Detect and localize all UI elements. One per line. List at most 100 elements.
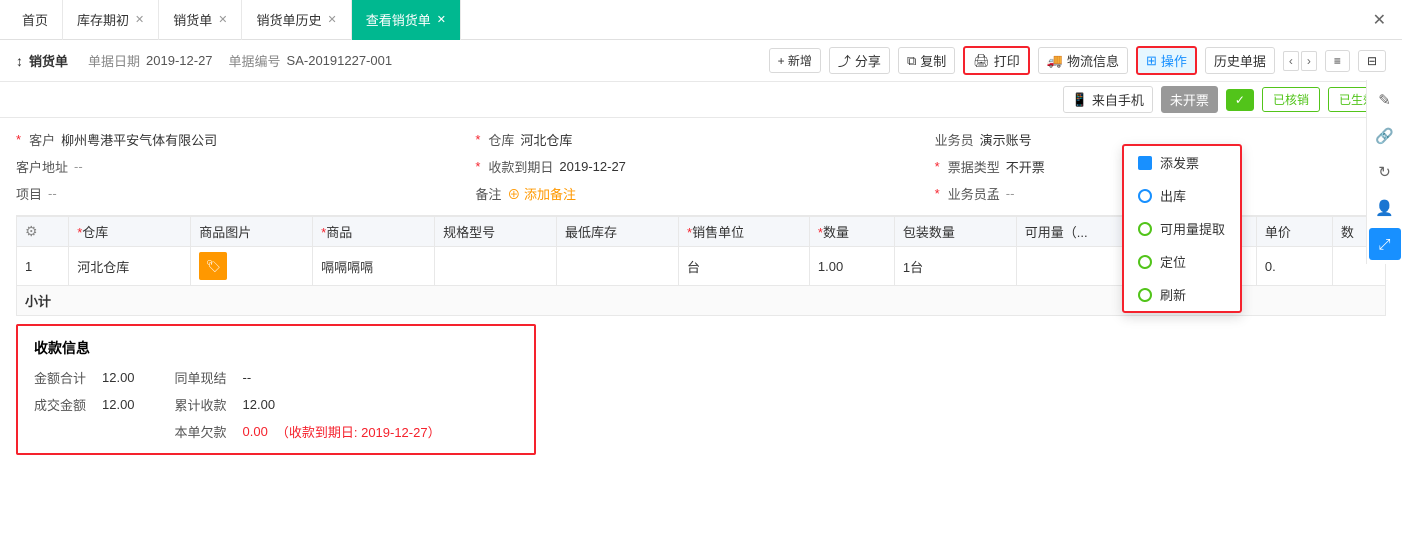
product-icon: 🏷 xyxy=(199,252,227,280)
dropdown-refresh[interactable]: 刷新 xyxy=(1124,278,1240,311)
nav-arrows: ‹ › xyxy=(1283,51,1317,71)
warehouse-field: * 仓库 河北仓库 xyxy=(475,130,926,149)
operate-button[interactable]: ⊞ 操作 xyxy=(1136,46,1197,75)
col-gear: ⚙ xyxy=(17,217,69,247)
cell-unit: 台 xyxy=(679,247,810,286)
logistics-button[interactable]: 🚚 物流信息 xyxy=(1038,47,1128,74)
staff2-required-mark: * xyxy=(935,186,940,201)
payment-title: 收款信息 xyxy=(34,338,518,358)
warehouse-required-mark: * xyxy=(475,132,480,147)
payment-rows: 金额合计 12.00 成交金额 12.00 同单现结 -- 累计收款 xyxy=(34,368,518,441)
tab-view-sales-order-close[interactable]: ✕ xyxy=(437,13,446,26)
doc-date-item: 单据日期 2019-12-27 xyxy=(88,51,213,70)
col-product-image: 商品图片 xyxy=(191,217,313,247)
logistics-icon: 🚚 xyxy=(1047,53,1063,69)
col-min-stock: 最低库存 xyxy=(557,217,679,247)
global-close-icon[interactable]: ✕ xyxy=(1365,10,1394,30)
cell-product: 嗝嗝嗝嗝 xyxy=(313,247,435,286)
col-package-qty: 包装数量 xyxy=(894,217,1016,247)
sidebar-expand-icon[interactable]: ⤢ xyxy=(1369,228,1401,260)
list-view-button[interactable]: ⊟ xyxy=(1358,50,1386,72)
doc-header: ↕ 销货单 单据日期 2019-12-27 单据编号 SA-20191227-0… xyxy=(0,40,1402,82)
payment-date-required-mark: * xyxy=(475,159,480,174)
sidebar-refresh-icon[interactable]: ↻ xyxy=(1369,156,1401,188)
dropdown-outbound[interactable]: 出库 xyxy=(1124,179,1240,212)
share-icon: ⤴ xyxy=(838,51,851,70)
operate-dropdown: 添发票 出库 可用量提取 定位 刷新 xyxy=(1122,144,1242,313)
refresh-icon xyxy=(1138,288,1152,302)
same-settle-row: 同单现结 -- xyxy=(175,368,441,387)
plus-icon: ⊕ xyxy=(507,187,520,202)
sidebar-edit-icon[interactable]: ✎ xyxy=(1369,84,1401,116)
col-price: 单价 xyxy=(1256,217,1332,247)
cell-spec xyxy=(435,247,557,286)
payment-col-right: 同单现结 -- 累计收款 12.00 本单欠款 0.00 （收款到期日: 201… xyxy=(175,368,441,441)
cumulative-row: 累计收款 12.00 xyxy=(175,395,441,414)
total-row: 金额合计 12.00 xyxy=(34,368,135,387)
tab-view-sales-order[interactable]: 查看销货单 ✕ xyxy=(352,0,461,40)
right-sidebar: ✎ 🔗 ↻ 👤 ⤢ xyxy=(1366,80,1402,264)
doc-type-icon: ↕ xyxy=(16,53,23,69)
locate-icon xyxy=(1138,255,1152,269)
col-spec: 规格型号 xyxy=(435,217,557,247)
toolbar-row: 📱 来自手机 未开票 ✓ 已核销 已生效 xyxy=(0,82,1402,118)
cell-min-stock xyxy=(557,247,679,286)
payment-col-left: 金额合计 12.00 成交金额 12.00 xyxy=(34,368,135,441)
deal-amount-row: 成交金额 12.00 xyxy=(34,395,135,414)
dropdown-available-extract[interactable]: 可用量提取 xyxy=(1124,212,1240,245)
tab-inventory-init-close[interactable]: ✕ xyxy=(135,13,144,26)
ticket-type-required-mark: * xyxy=(935,159,940,174)
project-field: 项目 -- xyxy=(16,184,467,203)
sidebar-user-icon[interactable]: 👤 xyxy=(1369,192,1401,224)
new-button[interactable]: + 新增 xyxy=(769,48,821,73)
tab-inventory-init[interactable]: 库存期初 ✕ xyxy=(63,0,159,40)
cell-price: 0. xyxy=(1256,247,1332,286)
sidebar-link-icon[interactable]: 🔗 xyxy=(1369,120,1401,152)
col-warehouse: *仓库 xyxy=(69,217,191,247)
col-product: *商品 xyxy=(313,217,435,247)
next-button[interactable]: › xyxy=(1301,51,1317,71)
available-extract-icon xyxy=(1138,222,1152,236)
tab-bar: 首页 库存期初 ✕ 销货单 ✕ 销货单历史 ✕ 查看销货单 ✕ ✕ xyxy=(0,0,1402,40)
status-sold-button[interactable]: 已核销 xyxy=(1262,87,1320,112)
cell-no: 1 xyxy=(17,247,69,286)
tab-sales-history[interactable]: 销货单历史 ✕ xyxy=(242,0,351,40)
col-unit: *销售单位 xyxy=(679,217,810,247)
tab-home[interactable]: 首页 xyxy=(8,0,63,40)
history-button[interactable]: 历史单据 xyxy=(1205,47,1275,74)
cell-product-image: 🏷 xyxy=(191,247,313,286)
tab-sales-order-close[interactable]: ✕ xyxy=(218,13,227,26)
tab-sales-order[interactable]: 销货单 ✕ xyxy=(159,0,242,40)
arrears-row: 本单欠款 0.00 （收款到期日: 2019-12-27） xyxy=(175,422,441,441)
print-icon: 🖨 xyxy=(973,53,990,69)
remark-field: 备注 ⊕ 添加备注 xyxy=(475,184,926,203)
print-button[interactable]: 🖨 打印 xyxy=(963,46,1030,75)
from-phone-button[interactable]: 📱 来自手机 xyxy=(1063,86,1153,113)
col-quantity: *数量 xyxy=(809,217,894,247)
doc-title: ↕ 销货单 xyxy=(16,51,68,70)
not-open-ticket-button[interactable]: 未开票 xyxy=(1161,86,1218,113)
outbound-icon xyxy=(1138,189,1152,203)
grid-view-button[interactable]: ≡ xyxy=(1325,50,1350,72)
address-field: 客户地址 -- xyxy=(16,157,467,176)
cell-quantity: 1.00 xyxy=(809,247,894,286)
payment-date-field: * 收款到期日 2019-12-27 xyxy=(475,157,926,176)
share-button[interactable]: ⤴ 分享 xyxy=(829,47,890,74)
phone-icon: 📱 xyxy=(1072,92,1088,108)
cell-warehouse: 河北仓库 xyxy=(69,247,191,286)
copy-icon: ⧉ xyxy=(907,53,916,69)
main-content: ↕ 销货单 单据日期 2019-12-27 单据编号 SA-20191227-0… xyxy=(0,40,1402,533)
prev-button[interactable]: ‹ xyxy=(1283,51,1299,71)
copy-button[interactable]: ⧉ 复制 xyxy=(898,47,955,74)
cell-package-qty: 1台 xyxy=(894,247,1016,286)
add-invoice-icon xyxy=(1138,156,1152,170)
doc-no-item: 单据编号 SA-20191227-001 xyxy=(229,51,393,70)
dropdown-locate[interactable]: 定位 xyxy=(1124,245,1240,278)
doc-actions: + 新增 ⤴ 分享 ⧉ 复制 🖨 打印 🚚 物流信息 xyxy=(769,46,1386,75)
dropdown-add-invoice[interactable]: 添发票 xyxy=(1124,146,1240,179)
check-button[interactable]: ✓ xyxy=(1226,89,1254,111)
customer-field: * 客户 柳州粤港平安气体有限公司 xyxy=(16,130,467,149)
add-remark-button[interactable]: ⊕ 添加备注 xyxy=(507,184,576,203)
tab-sales-history-close[interactable]: ✕ xyxy=(328,13,337,26)
operate-icon: ⊞ xyxy=(1146,53,1157,69)
